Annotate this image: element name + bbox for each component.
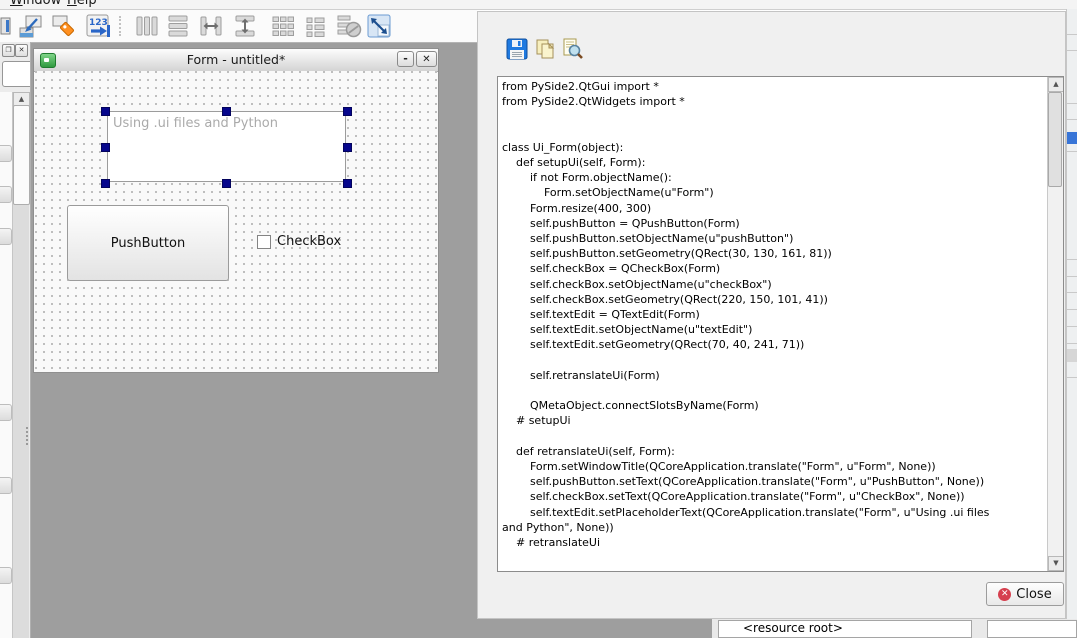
scrollbar-thumb[interactable] [13, 105, 30, 205]
layout-vertical-glyph [166, 14, 190, 38]
panel-row-divider [1067, 377, 1077, 378]
code-preview-dialog: from PySide2.QtGui import * from PySide2… [477, 11, 1066, 619]
panel-row-divider [1067, 151, 1077, 152]
selection-handle-se[interactable] [343, 179, 352, 188]
layout-vertical-icon[interactable] [165, 13, 191, 39]
edit-buddies-glyph [51, 13, 77, 39]
selection-handle-e[interactable] [343, 143, 352, 152]
widget-category-header[interactable] [0, 404, 12, 421]
code-scrollbar[interactable]: ▲ ▼ [1047, 77, 1063, 571]
selection-handle-n[interactable] [222, 107, 231, 116]
form-window-titlebar[interactable]: Form - untitled* - ✕ [34, 49, 438, 72]
edit-signals-slots-glyph [18, 14, 43, 39]
panel-row-divider [1067, 259, 1077, 260]
toolbar: 123 [0, 10, 477, 43]
copy-glyph [534, 38, 556, 60]
resource-root-item[interactable]: <resource root> [719, 621, 971, 636]
copy-icon[interactable] [534, 38, 556, 60]
layout-horizontal-icon[interactable] [134, 13, 160, 39]
selection-handle-s[interactable] [222, 179, 231, 188]
dock-float-button[interactable]: ❐ [2, 44, 15, 57]
layout-horizontal-glyph [135, 14, 159, 38]
widget-category-header[interactable] [0, 228, 12, 245]
panel-row-divider [1067, 276, 1077, 277]
resource-browser-panel: <resource root> [718, 620, 972, 638]
layout-splitter-horizontal-glyph [199, 14, 223, 38]
qt-designer-screen: Window Help [0, 0, 1077, 638]
layout-grid-icon[interactable] [270, 13, 296, 39]
edit-tab-order-icon[interactable]: 123 [85, 13, 111, 39]
layout-splitter-vertical-glyph [233, 14, 257, 38]
edit-widgets-icon[interactable] [0, 13, 12, 39]
selection-handle-nw[interactable] [101, 107, 110, 116]
scroll-down-icon[interactable]: ▼ [1048, 556, 1064, 571]
toolbar-separator [119, 16, 124, 36]
svg-text:123: 123 [89, 18, 108, 28]
layout-grid-glyph [271, 14, 295, 38]
textedit-widget[interactable]: Using .ui files and Python [107, 111, 346, 182]
checkbox-widget[interactable]: CheckBox [257, 234, 341, 249]
panel-row-edge [1067, 349, 1077, 362]
property-panel-edge [1066, 9, 1077, 638]
edit-buddies-icon[interactable] [51, 13, 77, 39]
layout-splitter-horizontal-icon[interactable] [198, 13, 224, 39]
selection-handle-ne[interactable] [343, 107, 352, 116]
panel-row-divider [1067, 103, 1077, 104]
selected-row-edge[interactable] [1067, 132, 1077, 144]
textedit-placeholder: Using .ui files and Python [113, 116, 278, 131]
widget-box-panel: ❐ ✕ ▲ [0, 42, 31, 638]
minimize-button[interactable]: - [397, 51, 414, 67]
pushbutton-widget[interactable]: PushButton [67, 205, 229, 281]
scrollbar-thumb[interactable] [1048, 92, 1062, 187]
resource-preview-panel [987, 620, 1077, 638]
menu-window[interactable]: Window [10, 0, 61, 8]
close-window-button[interactable]: ✕ [416, 51, 437, 67]
form-canvas[interactable]: Using .ui files and Python PushButton Ch… [35, 71, 437, 371]
form-designer-window: Form - untitled* - ✕ Using .ui files and… [33, 48, 439, 373]
checkbox-label: CheckBox [277, 234, 341, 249]
generated-code-view[interactable]: from PySide2.QtGui import * from PySide2… [497, 76, 1064, 572]
break-layout-icon[interactable] [336, 13, 362, 39]
close-button[interactable]: ✕ Close [986, 582, 1064, 606]
close-button-label: Close [1016, 587, 1051, 602]
layout-splitter-vertical-icon[interactable] [232, 13, 258, 39]
layout-form-icon[interactable] [303, 13, 329, 39]
generated-code-text[interactable]: from PySide2.QtGui import * from PySide2… [498, 77, 1046, 550]
edit-tab-order-glyph: 123 [85, 13, 111, 40]
widget-category-header[interactable] [0, 567, 12, 584]
panel-row-divider [1067, 309, 1077, 310]
dock-close-button[interactable]: ✕ [15, 44, 28, 57]
selection-handle-sw[interactable] [101, 179, 110, 188]
bottom-dock-area: <resource root> [712, 619, 1077, 638]
panel-row-divider [1067, 343, 1077, 344]
dock-splitter-handle[interactable] [26, 427, 30, 445]
menubar: Window Help [0, 0, 1077, 10]
break-layout-glyph [336, 13, 362, 40]
close-circle-icon: ✕ [998, 588, 1011, 601]
panel-row-divider [1067, 34, 1077, 35]
find-glyph [562, 38, 584, 60]
selection-handle-w[interactable] [101, 143, 110, 152]
save-icon[interactable] [506, 38, 528, 60]
widget-category-header[interactable] [0, 145, 12, 162]
adjust-size-glyph [367, 14, 392, 39]
widget-box-filter-input[interactable] [2, 61, 31, 87]
form-window-title: Form - untitled* [34, 52, 438, 67]
checkbox-indicator[interactable] [257, 235, 271, 249]
scroll-up-icon[interactable]: ▲ [1048, 77, 1064, 92]
adjust-size-icon[interactable] [366, 13, 392, 39]
widget-box-scrollbar[interactable]: ▲ [12, 92, 29, 638]
save-glyph [506, 38, 528, 60]
widget-category-header[interactable] [0, 186, 12, 203]
panel-row-divider [1067, 50, 1077, 51]
menu-help[interactable]: Help [67, 0, 97, 8]
edit-signals-slots-icon[interactable] [17, 13, 43, 39]
edit-widgets-glyph [0, 14, 11, 38]
layout-form-glyph [304, 14, 328, 38]
panel-row-divider [1067, 119, 1077, 120]
panel-row-divider [1067, 292, 1077, 293]
widget-category-header[interactable] [0, 477, 12, 494]
find-icon[interactable] [562, 38, 584, 60]
panel-row-divider [1067, 326, 1077, 327]
